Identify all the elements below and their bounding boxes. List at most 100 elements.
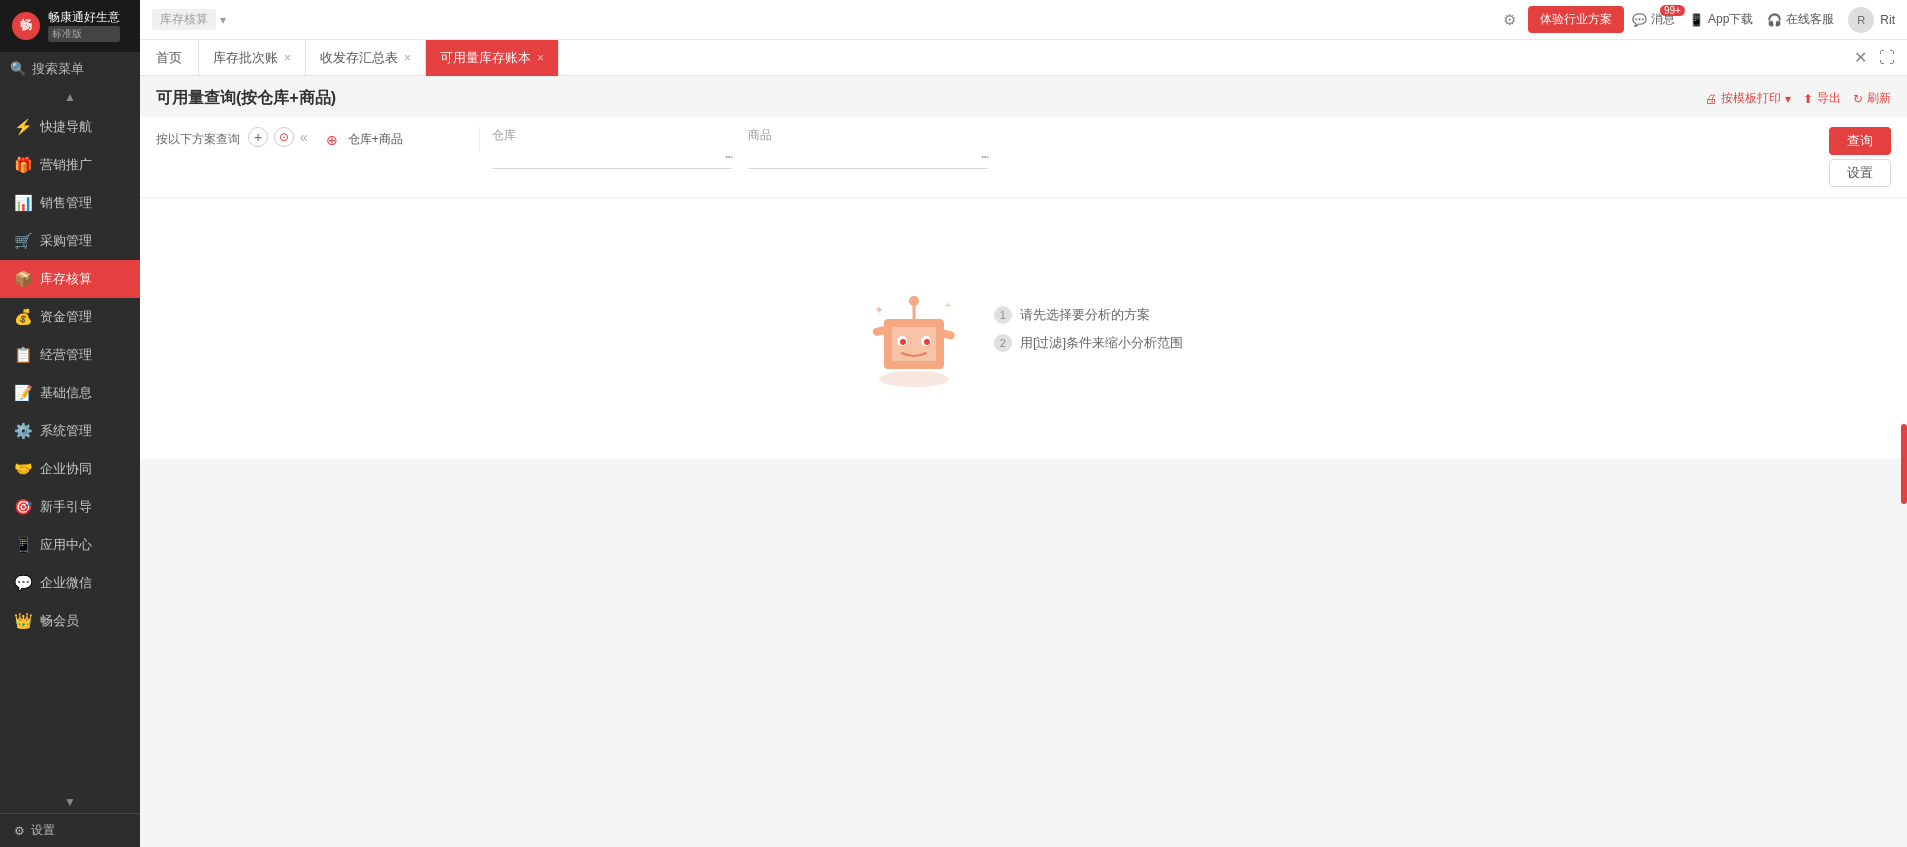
right-scrollbar[interactable] [1901, 424, 1907, 504]
tab-home[interactable]: 首页 [140, 40, 199, 76]
print-dropdown-icon: ▾ [1785, 92, 1791, 106]
svg-point-10 [909, 296, 919, 306]
sidebar-item-system[interactable]: ⚙️ 系统管理 [0, 412, 140, 450]
tab-receipt-summary[interactable]: 收发存汇总表 × [306, 40, 426, 76]
content-area: 可用量查询(按仓库+商品) 🖨 按模板打印 ▾ ⬆ 导出 ↻ 刷新 [140, 76, 1907, 847]
sidebar-item-label: 快捷导航 [40, 118, 92, 136]
sidebar-bottom[interactable]: ⚙ 设置 [0, 813, 140, 847]
topbar: 库存核算 ▾ ⚙ 体验行业方案 💬 消息 99+ 📱 App下载 🎧 在线客服 … [140, 0, 1907, 40]
trial-btn[interactable]: 体验行业方案 [1528, 6, 1624, 33]
app-label: App下载 [1708, 11, 1753, 28]
sidebar-item-label: 新手引导 [40, 498, 92, 516]
settings-btn[interactable]: 设置 [1829, 159, 1891, 187]
sidebar-item-label: 经营管理 [40, 346, 92, 364]
sidebar-item-inventory[interactable]: 📦 库存核算 [0, 260, 140, 298]
sidebar-item-newuser[interactable]: 🎯 新手引导 [0, 488, 140, 526]
sidebar-item-label: 采购管理 [40, 232, 92, 250]
sidebar-item-label: 畅会员 [40, 612, 79, 630]
svg-text:✦: ✦ [944, 300, 952, 311]
sidebar-item-sales[interactable]: 📊 销售管理 [0, 184, 140, 222]
tab-batch-accounts[interactable]: 库存批次账 × [199, 40, 306, 76]
vip-icon: 👑 [14, 612, 32, 630]
empty-state-content: ✦ ✦ · 1 请先选择要分析的方案 2 用[过滤]条件来缩小分析范围 [864, 279, 1183, 379]
tab-home-label: 首页 [156, 49, 182, 67]
inventory-icon: 📦 [14, 270, 32, 288]
sidebar-item-vip[interactable]: 👑 畅会员 [0, 602, 140, 640]
service-icon: 🎧 [1767, 13, 1782, 27]
goods-dots-btn[interactable]: ··· [980, 148, 987, 166]
service-label: 在线客服 [1786, 11, 1834, 28]
sidebar-item-purchase[interactable]: 🛒 采购管理 [0, 222, 140, 260]
sidebar-item-enterprise[interactable]: 🤝 企业协同 [0, 450, 140, 488]
sidebar-item-label: 基础信息 [40, 384, 92, 402]
sidebar-bottom-label: 设置 [31, 822, 55, 839]
sidebar-edition: 标准版 [48, 26, 120, 42]
message-btn[interactable]: 💬 消息 99+ [1632, 11, 1675, 28]
newuser-icon: 🎯 [14, 498, 32, 516]
filter-scheme-settings-btn[interactable]: ⊙ [274, 127, 294, 147]
sidebar-header: 畅 畅康通好生意 标准版 [0, 0, 140, 52]
tab-right-actions: ✕ ⛶ [1850, 44, 1907, 71]
sidebar-item-label: 企业协同 [40, 460, 92, 478]
filter-fields: 仓库 ··· 商品 ··· [492, 127, 1809, 169]
sidebar-search-label: 搜索菜单 [32, 60, 84, 78]
tab-expand-btn[interactable]: ⛶ [1875, 45, 1899, 71]
sidebar-item-label: 销售管理 [40, 194, 92, 212]
system-icon: ⚙️ [14, 422, 32, 440]
print-action[interactable]: 🖨 按模板打印 ▾ [1705, 90, 1791, 107]
scheme-label: 仓库+商品 [348, 131, 403, 148]
filter-scheme-list: ⊕ 仓库+商品 [320, 127, 480, 152]
finance-icon: 💰 [14, 308, 32, 326]
export-label: 导出 [1817, 90, 1841, 107]
query-btn[interactable]: 查询 [1829, 127, 1891, 155]
sidebar-item-quick-nav[interactable]: ⚡ 快捷导航 [0, 108, 140, 146]
username: Rit [1880, 13, 1895, 27]
warehouse-input[interactable] [492, 150, 721, 165]
sidebar-item-wechat[interactable]: 💬 企业微信 [0, 564, 140, 602]
warehouse-dots-btn[interactable]: ··· [724, 148, 731, 166]
tip-num-1: 1 [994, 306, 1012, 324]
online-service-btn[interactable]: 🎧 在线客服 [1767, 11, 1834, 28]
scheme-icon: ⊕ [326, 132, 342, 148]
refresh-action[interactable]: ↻ 刷新 [1853, 90, 1891, 107]
purchase-icon: 🛒 [14, 232, 32, 250]
print-label: 按模板打印 [1721, 90, 1781, 107]
app-download-btn[interactable]: 📱 App下载 [1689, 11, 1753, 28]
user-area[interactable]: R Rit [1848, 7, 1895, 33]
warehouse-field-label: 仓库 [492, 127, 732, 144]
filter-collapse-btn[interactable]: « [300, 129, 308, 145]
tab-close-btn[interactable]: ✕ [1850, 44, 1871, 71]
empty-tip-1: 1 请先选择要分析的方案 [994, 306, 1183, 324]
sidebar-item-appcenter[interactable]: 📱 应用中心 [0, 526, 140, 564]
svg-text:✦: ✦ [874, 303, 884, 317]
sidebar-scroll-up[interactable]: ▲ [0, 86, 140, 108]
sidebar-item-marketing[interactable]: 🎁 营销推广 [0, 146, 140, 184]
page-actions: 🖨 按模板打印 ▾ ⬆ 导出 ↻ 刷新 [1705, 90, 1891, 107]
marketing-icon: 🎁 [14, 156, 32, 174]
tab-available-ledger-close[interactable]: × [537, 52, 544, 64]
sidebar-item-basics[interactable]: 📝 基础信息 [0, 374, 140, 412]
sidebar-item-label: 企业微信 [40, 574, 92, 592]
sidebar-search[interactable]: 🔍 搜索菜单 [0, 52, 140, 86]
export-icon: ⬆ [1803, 92, 1813, 106]
scheme-item-warehouse-goods[interactable]: ⊕ 仓库+商品 [320, 127, 467, 152]
main-content: 库存核算 ▾ ⚙ 体验行业方案 💬 消息 99+ 📱 App下载 🎧 在线客服 … [140, 0, 1907, 847]
svg-point-6 [924, 339, 930, 345]
export-action[interactable]: ⬆ 导出 [1803, 90, 1841, 107]
sidebar-item-finance[interactable]: 💰 资金管理 [0, 298, 140, 336]
filter-scheme-actions: + ⊙ « [248, 127, 308, 147]
refresh-label: 刷新 [1867, 90, 1891, 107]
filter-field-warehouse: 仓库 ··· [492, 127, 732, 169]
filter-add-btn[interactable]: + [248, 127, 268, 147]
avatar: R [1848, 7, 1874, 33]
goods-input[interactable] [748, 150, 977, 165]
sidebar-scroll-down[interactable]: ▼ [0, 791, 140, 813]
tab-available-ledger-label: 可用量库存账本 [440, 49, 531, 67]
tab-batch-accounts-close[interactable]: × [284, 52, 291, 64]
filter-left: 按以下方案查询 + ⊙ « [156, 127, 308, 148]
sidebar-item-label: 资金管理 [40, 308, 92, 326]
tab-receipt-summary-close[interactable]: × [404, 52, 411, 64]
tab-available-ledger[interactable]: 可用量库存账本 × [426, 40, 559, 76]
topbar-gear-icon[interactable]: ⚙ [1499, 11, 1520, 29]
sidebar-item-operations[interactable]: 📋 经营管理 [0, 336, 140, 374]
